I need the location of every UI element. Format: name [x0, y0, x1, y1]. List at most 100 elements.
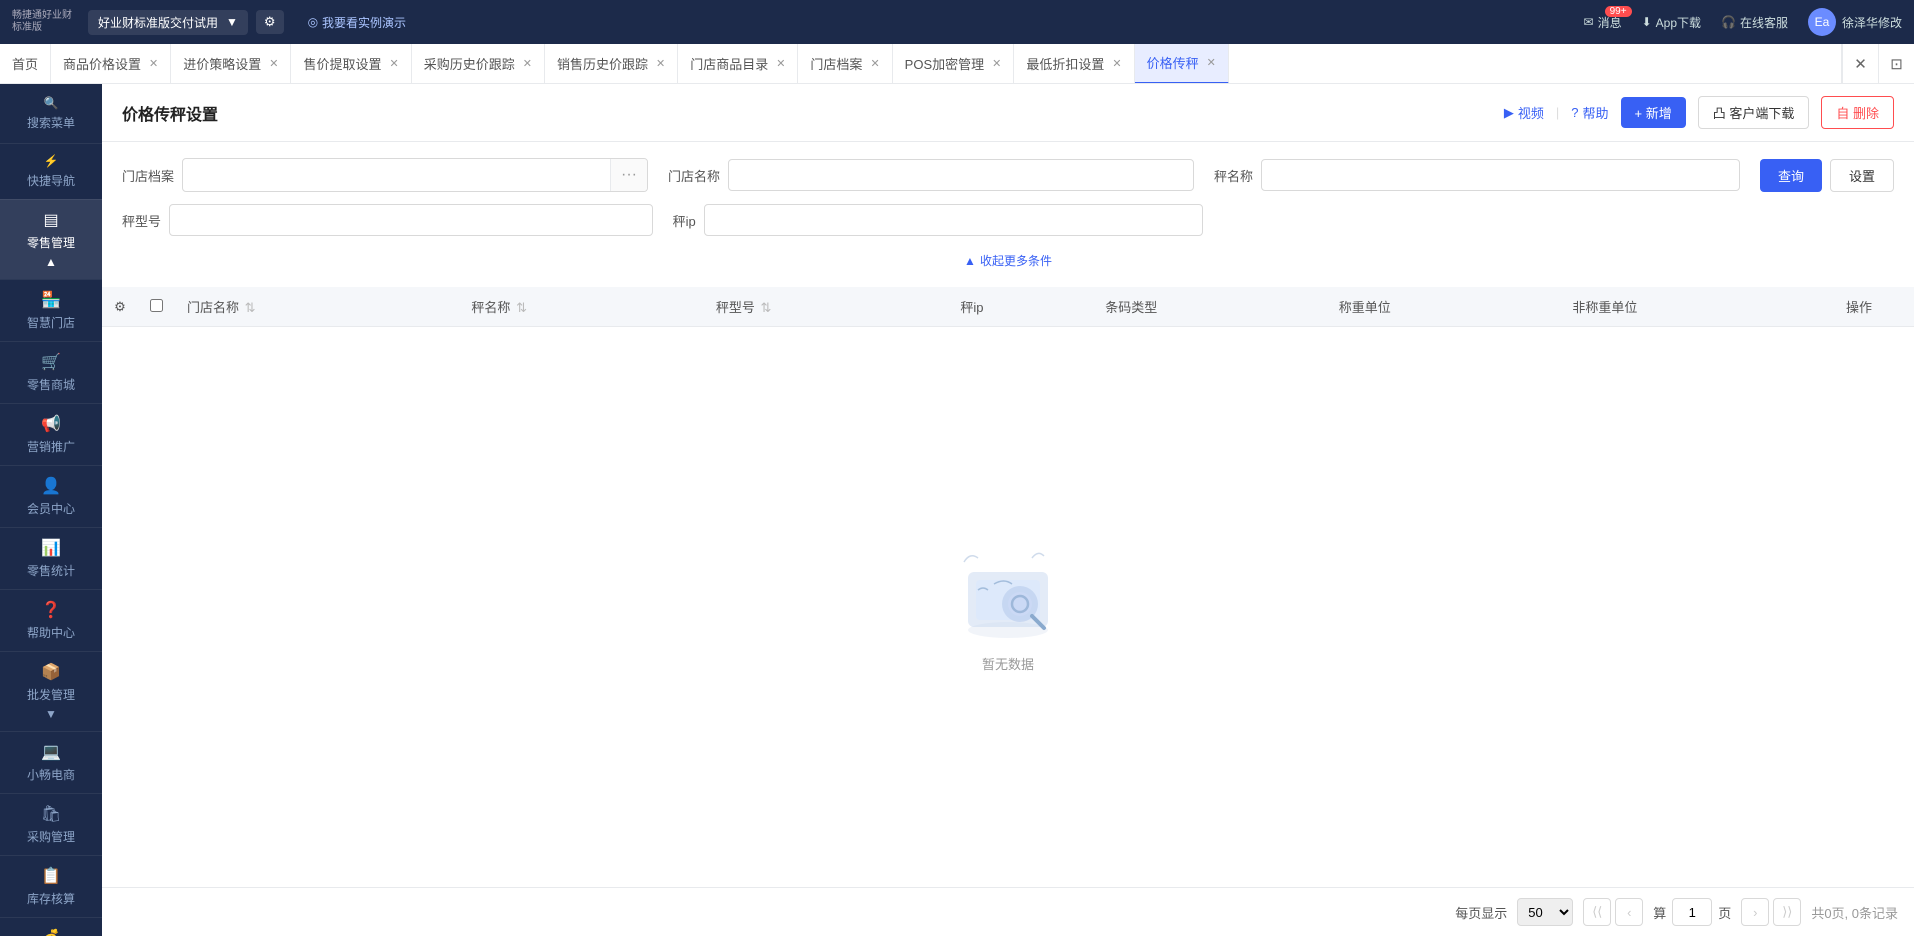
sidebar-item-retail-mgmt[interactable]: ▤ 零售管理 ▲	[0, 199, 102, 279]
page-title: 价格传秤设置	[122, 101, 218, 125]
demo-icon: ◎	[308, 15, 318, 29]
prev-page-btn[interactable]: ‹	[1615, 898, 1643, 926]
tab-sale-history[interactable]: 销售历史价跟踪 ✕	[545, 44, 678, 84]
prev-icon: ‹	[1627, 905, 1631, 920]
tab-store-catalog[interactable]: 门店商品目录 ✕	[678, 44, 798, 84]
tab-price-transfer[interactable]: 价格传秤 ✕	[1135, 44, 1229, 84]
sidebar-search[interactable]: 🔍 搜索菜单	[0, 84, 102, 143]
scale-model-label: 秤型号	[122, 211, 161, 230]
scale-name-input[interactable]	[1261, 159, 1740, 191]
th-settings: ⚙	[102, 287, 138, 327]
store-name-input[interactable]	[728, 159, 1194, 191]
tab-close-price-settings[interactable]: ✕	[149, 57, 158, 70]
message-btn[interactable]: ✉ 消息 99+	[1584, 14, 1622, 31]
sidebar-item-help[interactable]: ❓ 帮助中心	[0, 589, 102, 651]
store-file-picker-btn[interactable]: ···	[610, 159, 647, 191]
tab-close-all-btn[interactable]: ✕	[1842, 44, 1878, 84]
th-scale-model[interactable]: 秤型号 ⇅	[704, 287, 948, 327]
form-row-2: 秤型号 秤ip	[122, 204, 1894, 236]
tab-maximize-btn[interactable]: ⊡	[1878, 44, 1914, 84]
store-file-input[interactable]	[183, 159, 610, 191]
tab-store-files[interactable]: 门店档案 ✕	[798, 44, 892, 84]
first-page-btn[interactable]: ⟨⟨	[1583, 898, 1611, 926]
sidebar-item-marketing[interactable]: 📢 营销推广	[0, 403, 102, 465]
sidebar-item-smart-store[interactable]: 🏪 智慧门店	[0, 279, 102, 341]
th-weight-unit: 称重单位	[1327, 287, 1561, 327]
search-form: 门店档案 ··· 门店名称 秤名称	[102, 142, 1914, 287]
tab-close-sale-history[interactable]: ✕	[656, 57, 665, 70]
tab-close-store-catalog[interactable]: ✕	[776, 57, 785, 70]
tab-purchase-history[interactable]: 采购历史价跟踪 ✕	[412, 44, 545, 84]
sidebar-item-wholesale[interactable]: 📦 批发管理 ▼	[0, 651, 102, 731]
query-button[interactable]: 查询	[1760, 159, 1822, 192]
online-service-btn[interactable]: 🎧 在线客服	[1721, 14, 1788, 31]
sidebar-item-finance[interactable]: 💰 资金管理	[0, 917, 102, 936]
chevron-down-icon: ▼	[45, 707, 57, 721]
delete-button[interactable]: 自 删除	[1821, 96, 1894, 129]
headset-icon: 🎧	[1721, 15, 1736, 29]
tab-close-purchase-history[interactable]: ✕	[523, 57, 532, 70]
tab-purchase-strategy[interactable]: 进价策略设置 ✕	[171, 44, 291, 84]
page-actions: ▶ 视频 | ? 帮助 + 新增 凸 客户端下载 自 删除	[1504, 96, 1894, 129]
retail-stats-icon: 📊	[41, 538, 61, 558]
th-store-name[interactable]: 门店名称 ⇅	[175, 287, 459, 327]
app-logo: 畅捷通好业财 标准版	[12, 10, 72, 34]
scale-name-label: 秤名称	[1214, 166, 1253, 185]
sidebar-item-purchase[interactable]: 🛍 采购管理	[0, 793, 102, 855]
download-icon: ⬇	[1642, 15, 1652, 29]
main-content: 价格传秤设置 ▶ 视频 | ? 帮助 + 新增 凸 客户端下载 自 删除	[102, 84, 1914, 936]
avatar: Ea	[1808, 8, 1836, 36]
tab-close-store-files[interactable]: ✕	[870, 57, 879, 70]
help-icon: ❓	[41, 600, 61, 620]
smart-store-icon: 🏪	[41, 290, 61, 310]
empty-text: 暂无数据	[982, 654, 1034, 673]
next-icon: ›	[1753, 905, 1757, 920]
table-container: ⚙ 门店名称 ⇅ 秤名称 ⇅	[102, 287, 1914, 887]
tab-close-price-transfer[interactable]: ✕	[1207, 56, 1216, 69]
tab-close-purchase-strategy[interactable]: ✕	[269, 57, 278, 70]
sidebar-item-retail-mall[interactable]: 🛒 零售商城	[0, 341, 102, 403]
tab-min-discount[interactable]: 最低折扣设置 ✕	[1014, 44, 1134, 84]
tab-close-pos-management[interactable]: ✕	[992, 57, 1001, 70]
inventory-icon: 📋	[41, 866, 61, 886]
tab-price-settings[interactable]: 商品价格设置 ✕	[51, 44, 171, 84]
version-selector[interactable]: 好业财标准版交付试用 ▼	[88, 10, 248, 35]
settings-button[interactable]: 设置	[1830, 159, 1894, 192]
form-row-1: 门店档案 ··· 门店名称 秤名称	[122, 158, 1894, 192]
download-client-button[interactable]: 凸 客户端下载	[1698, 96, 1810, 129]
tab-pos-management[interactable]: POS加密管理 ✕	[893, 44, 1015, 84]
video-link[interactable]: ▶ 视频	[1504, 103, 1544, 122]
tab-close-sale-price[interactable]: ✕	[390, 57, 399, 70]
help-link[interactable]: ? 帮助	[1571, 103, 1608, 122]
next-page-btn[interactable]: ›	[1741, 898, 1769, 926]
page-input[interactable]	[1672, 898, 1712, 926]
add-button[interactable]: + 新增	[1621, 97, 1686, 128]
message-badge: 99+	[1605, 6, 1632, 17]
settings-icon-btn[interactable]: ⚙	[256, 10, 284, 34]
sidebar-item-inventory[interactable]: 📋 库存核算	[0, 855, 102, 917]
select-all-checkbox[interactable]	[150, 299, 163, 312]
tab-sale-price[interactable]: 售价提取设置 ✕	[291, 44, 411, 84]
page-size-select[interactable]: 10 20 50 100	[1517, 898, 1573, 926]
collapse-btn[interactable]: ▲ 收起更多条件	[964, 252, 1052, 269]
content-area: 🔍 搜索菜单 ⚡ 快捷导航 ▤ 零售管理 ▲ 🏪 智慧门店 🛒 零售商城 📢	[0, 84, 1914, 936]
sidebar-quick-nav[interactable]: ⚡ 快捷导航	[0, 143, 102, 199]
store-file-input-wrapper: ···	[182, 158, 648, 192]
scale-ip-input[interactable]	[704, 204, 1204, 236]
tab-home[interactable]: 首页	[0, 44, 51, 84]
page-label: 算	[1653, 903, 1666, 922]
last-page-btn[interactable]: ⟩⟩	[1773, 898, 1801, 926]
page-info: 算 页	[1653, 898, 1731, 926]
sidebar-item-mini-ecom[interactable]: 💻 小畅电商	[0, 731, 102, 793]
user-btn[interactable]: Ea 徐泽华修改	[1808, 8, 1902, 36]
th-scale-name[interactable]: 秤名称 ⇅	[459, 287, 703, 327]
tab-close-min-discount[interactable]: ✕	[1112, 57, 1121, 70]
app-download-btn[interactable]: ⬇ App下载	[1642, 14, 1701, 31]
table-settings-icon[interactable]: ⚙	[114, 299, 126, 314]
sidebar-item-retail-stats[interactable]: 📊 零售统计	[0, 527, 102, 589]
scale-model-input[interactable]	[169, 204, 653, 236]
sidebar-item-member[interactable]: 👤 会员中心	[0, 465, 102, 527]
video-icon: ▶	[1504, 105, 1514, 121]
demo-link[interactable]: ◎ 我要看实例演示	[308, 14, 407, 31]
field-store-file: 门店档案 ···	[122, 158, 648, 192]
